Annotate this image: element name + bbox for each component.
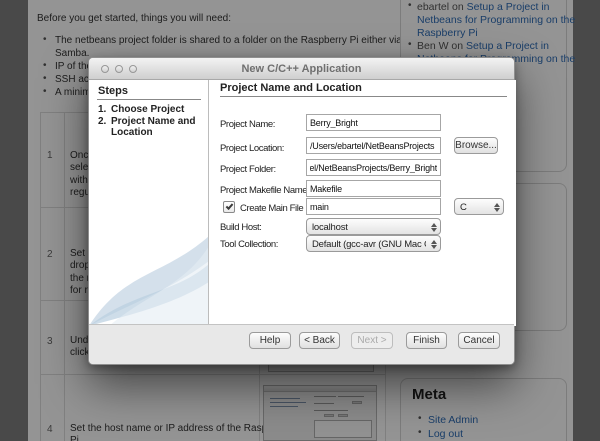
- back-button[interactable]: < Back: [299, 332, 340, 349]
- netbeans-watermark-icon: [89, 236, 208, 326]
- cancel-button[interactable]: Cancel: [458, 332, 500, 349]
- project-location-input[interactable]: [306, 137, 441, 154]
- popup-arrows-icon: [494, 203, 500, 212]
- popup-arrows-icon: [431, 240, 437, 249]
- steps-rule: [97, 99, 201, 100]
- wizard-steps-panel: Steps 1. Choose Project 2. Project Name a…: [89, 80, 209, 326]
- create-main-file-checkbox[interactable]: [223, 201, 235, 213]
- build-host-select[interactable]: localhost: [306, 218, 441, 235]
- dialog-button-bar: Help < Back Next > Finish Cancel: [89, 324, 514, 364]
- section-header: Project Name and Location: [220, 82, 362, 94]
- makefile-name-label: Project Makefile Name:: [220, 185, 310, 196]
- wizard-step-1: 1. Choose Project: [98, 104, 185, 115]
- help-button[interactable]: Help: [249, 332, 291, 349]
- tool-collection-label: Tool Collection:: [220, 239, 279, 250]
- language-select[interactable]: C: [454, 198, 504, 215]
- checkmark-icon: [225, 202, 234, 210]
- browser-viewport: Before you get started, things you will …: [0, 0, 600, 441]
- makefile-name-input[interactable]: [306, 180, 441, 197]
- new-project-dialog: New C/C++ Application Steps 1. Choose Pro…: [88, 57, 516, 365]
- section-rule: [220, 96, 507, 97]
- create-main-file-label: Create Main File: [240, 203, 304, 214]
- wizard-step-2-label: Project Name and Location: [111, 116, 196, 138]
- dialog-titlebar[interactable]: New C/C++ Application: [89, 58, 514, 80]
- finish-button[interactable]: Finish: [406, 332, 447, 349]
- project-name-input[interactable]: [306, 114, 441, 131]
- project-name-label: Project Name:: [220, 119, 275, 130]
- next-button[interactable]: Next >: [351, 332, 393, 349]
- project-form-panel: Project Name and Location Project Name: …: [210, 80, 516, 326]
- steps-header: Steps: [98, 85, 128, 97]
- browse-button[interactable]: Browse...: [454, 137, 498, 154]
- project-location-label: Project Location:: [220, 143, 284, 154]
- project-folder-label: Project Folder:: [220, 164, 276, 175]
- main-file-input[interactable]: [306, 198, 441, 215]
- wizard-step-2: 2.: [98, 116, 107, 127]
- project-folder-input[interactable]: [306, 159, 441, 176]
- tool-collection-select[interactable]: Default (gcc-avr (GNU Mac Co...: [306, 235, 441, 252]
- build-host-label: Build Host:: [220, 222, 262, 233]
- popup-arrows-icon: [431, 223, 437, 232]
- dialog-title: New C/C++ Application: [241, 63, 362, 75]
